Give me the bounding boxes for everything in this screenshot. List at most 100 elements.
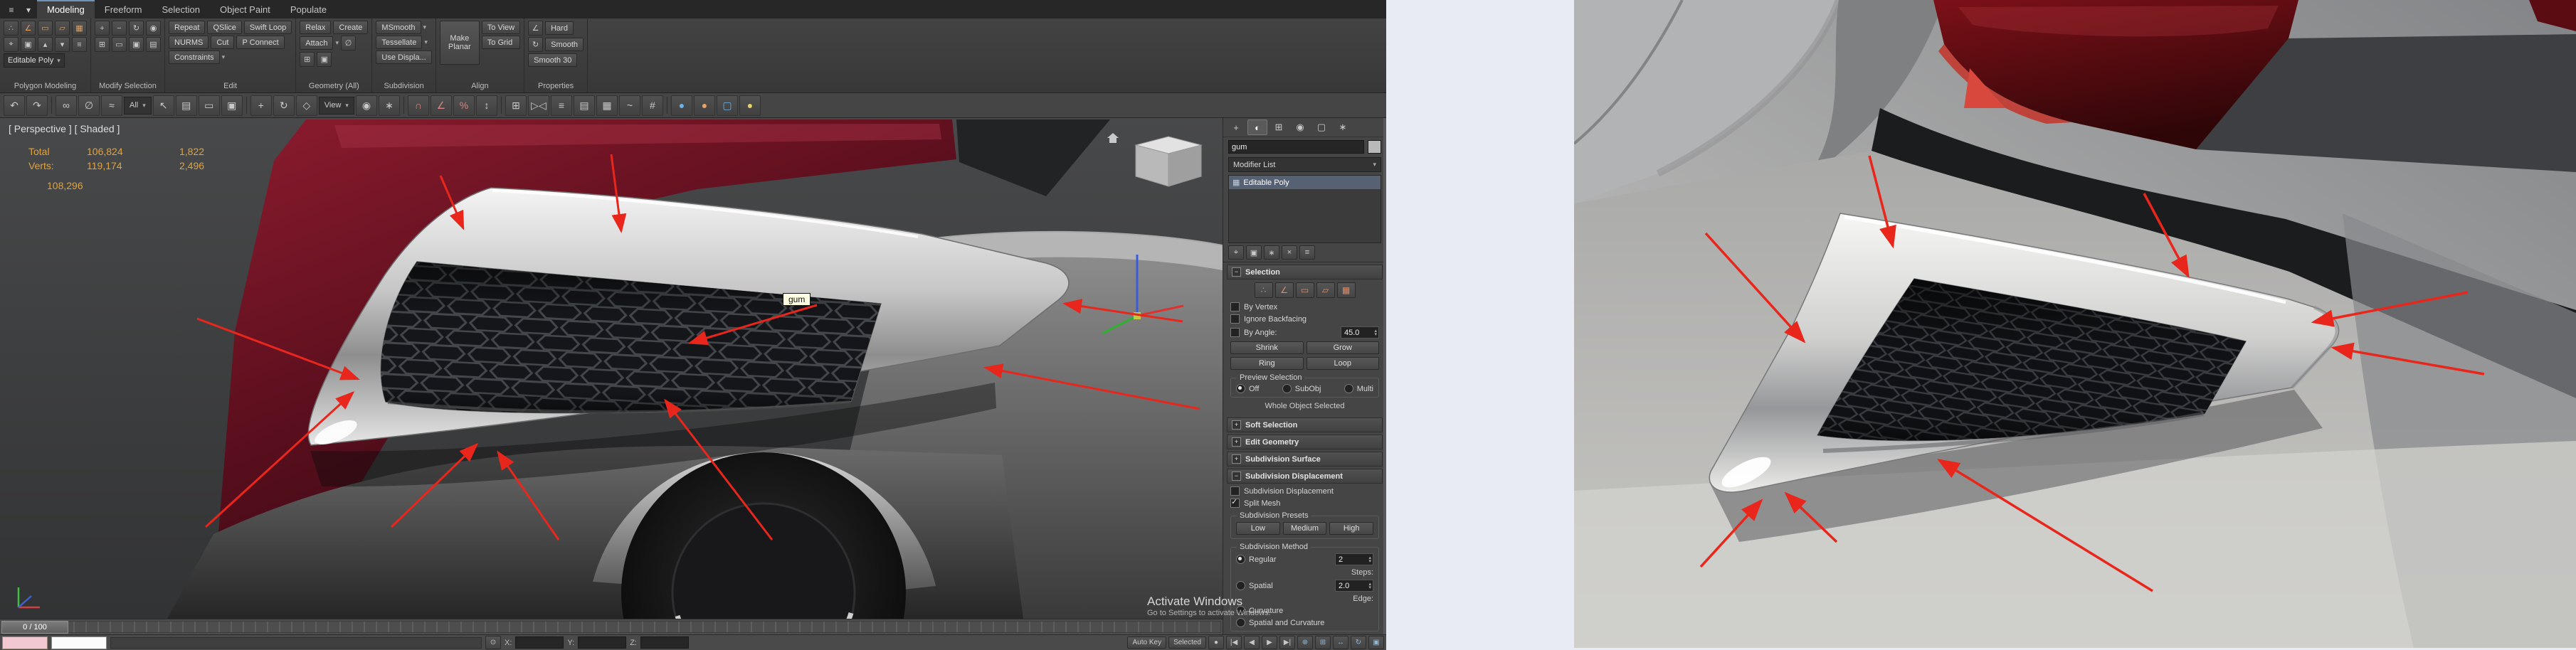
next-modifier-icon[interactable]: ▾ xyxy=(55,37,70,52)
y-coordinate-field[interactable] xyxy=(578,636,627,649)
subdivision-displacement-checkbox[interactable] xyxy=(1230,486,1240,496)
maximize-viewport-icon[interactable]: ▣ xyxy=(1368,636,1384,649)
edge-subobject-icon[interactable]: ∠ xyxy=(21,21,36,36)
curvature-radio[interactable] xyxy=(1236,606,1245,615)
rollout-edit-geometry[interactable]: + Edit Geometry xyxy=(1227,435,1383,449)
ignore-backfacing-checkbox[interactable] xyxy=(1230,314,1240,324)
panel-scrollbar[interactable] xyxy=(1383,118,1386,634)
loop-shrink-icon[interactable]: ▭ xyxy=(112,37,127,52)
object-name-field[interactable] xyxy=(1228,140,1364,154)
spatial-radio[interactable] xyxy=(1236,581,1245,590)
ring-grow-icon[interactable]: ▣ xyxy=(129,37,144,52)
hard-edge-icon[interactable]: ∠ xyxy=(528,21,544,36)
by-vertex-checkbox[interactable] xyxy=(1230,302,1240,311)
viewport-canvas[interactable]: [ Perspective ] [ Shaded ] Total 106,824… xyxy=(0,118,1223,619)
grow-button[interactable]: Grow xyxy=(1306,341,1379,354)
preview-off-radio[interactable] xyxy=(1236,384,1245,393)
named-selection-sets-icon[interactable]: ⊞ xyxy=(505,95,527,116)
render-production-icon[interactable]: ● xyxy=(739,95,761,116)
selection-filter-dropdown[interactable]: All ▾ xyxy=(124,96,152,114)
play-animation-icon[interactable]: ▶ xyxy=(1262,636,1277,649)
cut-button[interactable]: Cut xyxy=(211,36,235,49)
object-color-swatch[interactable] xyxy=(1368,140,1381,154)
undo-icon[interactable]: ↶ xyxy=(4,95,25,116)
ribbon-toggle-icon[interactable]: ▦ xyxy=(596,95,618,116)
element-icon[interactable]: ▦ xyxy=(1336,282,1356,298)
use-displacement-button[interactable]: Use Displa... xyxy=(376,50,432,64)
by-angle-spinner[interactable]: 45.0 ▴ ▾ xyxy=(1341,326,1379,339)
preset-high-button[interactable]: High xyxy=(1329,522,1374,535)
tessellate-button[interactable]: Tessellate xyxy=(376,36,423,49)
polygon-icon[interactable]: ▱ xyxy=(1316,282,1335,298)
loop-grow-icon[interactable]: ⊞ xyxy=(95,37,110,52)
reference-coordinate-dropdown[interactable]: View ▾ xyxy=(318,96,354,114)
snaps-toggle-icon[interactable]: ∩ xyxy=(407,95,429,116)
spinner-down-icon[interactable]: ▾ xyxy=(1368,559,1371,564)
ring-selection-icon[interactable]: ◉ xyxy=(146,21,161,36)
create-button[interactable]: Create xyxy=(333,21,369,34)
msmooth-button[interactable]: MSmooth xyxy=(376,21,421,34)
shrink-selection-icon[interactable]: − xyxy=(112,21,127,36)
schematic-view-icon[interactable]: # xyxy=(641,95,663,116)
preview-subobj-radio[interactable] xyxy=(1282,384,1292,393)
render-setup-icon[interactable]: ● xyxy=(693,95,715,116)
select-by-name-icon[interactable]: ▤ xyxy=(175,95,197,116)
element-subobject-icon[interactable]: ▦ xyxy=(72,21,87,36)
configure-modifier-sets-icon[interactable]: ≡ xyxy=(1299,245,1315,260)
use-pivot-center-icon[interactable]: ◉ xyxy=(355,95,377,116)
ring-button[interactable]: Ring xyxy=(1230,357,1304,370)
modifier-list-dropdown[interactable]: Modifier List ▾ xyxy=(1228,157,1381,172)
steps-spinner[interactable]: 2 ▴ ▾ xyxy=(1335,553,1373,565)
window-crossing-icon[interactable]: ▣ xyxy=(221,95,243,116)
spatial-and-curvature-radio[interactable] xyxy=(1236,618,1245,627)
create-tab-icon[interactable]: + xyxy=(1226,119,1246,135)
show-end-result-icon[interactable]: ▣ xyxy=(1246,245,1262,260)
preset-low-button[interactable]: Low xyxy=(1236,522,1280,535)
previous-modifier-icon[interactable]: ▴ xyxy=(38,37,53,52)
select-and-rotate-icon[interactable]: ↻ xyxy=(273,95,295,116)
qslice-button[interactable]: QSlice xyxy=(207,21,242,34)
maxscript-mini-listener-output[interactable] xyxy=(51,636,107,649)
nurms-button[interactable]: NURMS xyxy=(169,36,209,49)
rollout-subdivision-surface[interactable]: + Subdivision Surface xyxy=(1227,452,1383,467)
angle-snap-icon[interactable]: ∠ xyxy=(430,95,452,116)
selected-filter-button[interactable]: Selected xyxy=(1168,636,1206,649)
panel-label-edit[interactable]: Edit xyxy=(169,82,292,92)
zoom-icon[interactable]: ⊕ xyxy=(1297,636,1313,649)
hierarchy-tab-icon[interactable]: ⊞ xyxy=(1269,119,1289,135)
remove-modifier-icon[interactable]: × xyxy=(1282,245,1297,260)
loop-selection-icon[interactable]: ↻ xyxy=(129,21,144,36)
ribbon-collapse-icon[interactable]: ▾ xyxy=(21,3,36,17)
loop-button[interactable]: Loop xyxy=(1306,357,1379,370)
select-and-link-icon[interactable]: ∞ xyxy=(56,95,77,116)
attach-button[interactable]: Attach xyxy=(300,36,334,50)
vertex-icon[interactable]: ∴ xyxy=(1254,282,1273,298)
quadrify-icon[interactable]: ▣ xyxy=(317,52,332,67)
layer-manager-icon[interactable]: ▤ xyxy=(573,95,595,116)
panel-label-geometry-all[interactable]: Geometry (All) xyxy=(300,82,368,92)
rendered-frame-window-icon[interactable]: ▢ xyxy=(716,95,738,116)
preview-multi-radio[interactable] xyxy=(1344,384,1353,393)
shrink-button[interactable]: Shrink xyxy=(1230,341,1304,354)
panel-label-properties[interactable]: Properties xyxy=(528,82,584,92)
viewport[interactable]: [ Perspective ] [ Shaded ] Total 106,824… xyxy=(0,118,1223,619)
pan-icon[interactable]: ↔ xyxy=(1333,636,1348,649)
border-subobject-icon[interactable]: ▭ xyxy=(38,21,53,36)
set-key-icon[interactable]: ● xyxy=(1208,636,1224,649)
hard-button[interactable]: Hard xyxy=(545,21,574,35)
ribbon-tab-freeform[interactable]: Freeform xyxy=(95,1,152,18)
show-end-result-icon[interactable]: ▣ xyxy=(21,37,36,52)
utilities-tab-icon[interactable]: ∗ xyxy=(1333,119,1353,135)
edge-spinner[interactable]: 2.0 ▴ ▾ xyxy=(1335,580,1373,592)
select-object-icon[interactable]: ↖ xyxy=(152,95,174,116)
edge-icon[interactable]: ∠ xyxy=(1274,282,1294,298)
collapse-stack-icon[interactable]: ≡ xyxy=(72,37,87,52)
go-to-start-icon[interactable]: |◀ xyxy=(1226,636,1242,649)
editable-poly-dropdown[interactable]: Editable Poly ▾ xyxy=(4,53,65,68)
material-editor-icon[interactable]: ● xyxy=(670,95,692,116)
curve-editor-icon[interactable]: ~ xyxy=(618,95,640,116)
modifier-stack-item[interactable]: ▦ Editable Poly xyxy=(1229,176,1381,189)
collapse-icon[interactable]: ⊞ xyxy=(300,52,315,67)
to-grid-button[interactable]: To Grid xyxy=(481,36,521,49)
split-mesh-checkbox[interactable] xyxy=(1230,497,1240,508)
